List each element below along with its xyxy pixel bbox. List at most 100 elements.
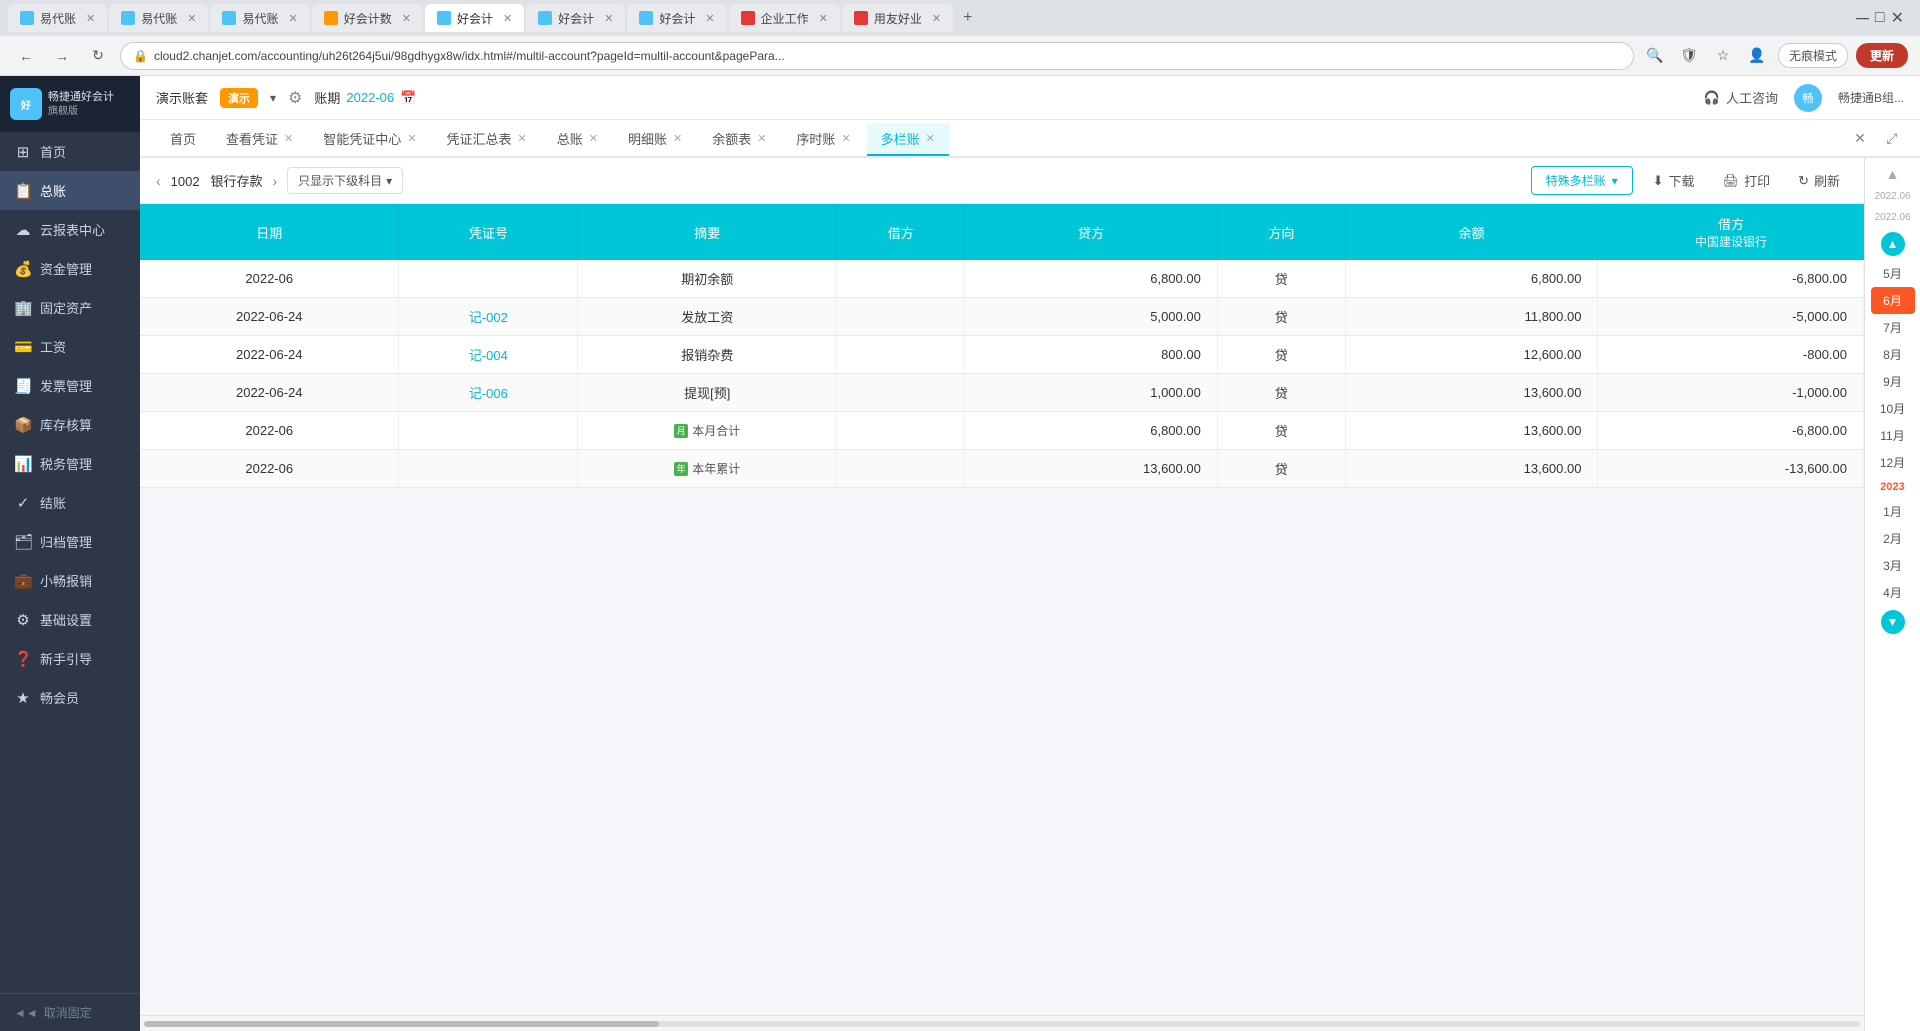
month-scroll-up-button[interactable]: ▲ bbox=[1882, 162, 1904, 186]
browser-tab-7[interactable]: 好会计 ✕ bbox=[627, 4, 726, 32]
download-button[interactable]: ⬇ 下载 bbox=[1645, 167, 1703, 194]
month-item-aug[interactable]: 8月 bbox=[1871, 341, 1915, 368]
scroll-up-indicator[interactable]: ▲ bbox=[1881, 232, 1905, 256]
tab-detail-ledger-close[interactable]: ✕ bbox=[673, 132, 682, 145]
month-item-jul[interactable]: 7月 bbox=[1871, 314, 1915, 341]
tab-smart-voucher[interactable]: 智能凭证中心 ✕ bbox=[309, 123, 430, 156]
month-item-sep[interactable]: 9月 bbox=[1871, 368, 1915, 395]
consult-button[interactable]: 🎧 人工咨询 bbox=[1704, 88, 1778, 107]
sidebar-item-archive[interactable]: 🗂 归档管理 bbox=[0, 522, 140, 561]
tab-expand-button[interactable]: ⤢ bbox=[1880, 126, 1904, 150]
cell-voucher-3[interactable]: 记-004 bbox=[399, 336, 578, 374]
month-item-feb[interactable]: 2月 bbox=[1871, 525, 1915, 552]
next-account-button[interactable]: › bbox=[272, 173, 277, 189]
browser-tab-8[interactable]: 企业工作 ✕ bbox=[729, 4, 840, 32]
sidebar-item-invoice[interactable]: 🧾 发票管理 bbox=[0, 366, 140, 405]
sidebar-footer[interactable]: ◄◄ 取消固定 bbox=[0, 993, 140, 1031]
sidebar-item-tax[interactable]: 📊 税务管理 bbox=[0, 444, 140, 483]
month-item-nov[interactable]: 11月 bbox=[1871, 422, 1915, 449]
sidebar-item-guide[interactable]: ❓ 新手引导 bbox=[0, 639, 140, 678]
tab-chronological[interactable]: 序时账 ✕ bbox=[782, 123, 864, 156]
sidebar-item-inventory[interactable]: 📦 库存核算 bbox=[0, 405, 140, 444]
horizontal-scrollbar[interactable] bbox=[140, 1015, 1864, 1031]
sidebar-item-assets[interactable]: 🏢 固定资产 bbox=[0, 288, 140, 327]
month-item-may[interactable]: 5月 bbox=[1871, 260, 1915, 287]
scroll-down-indicator[interactable]: ▼ bbox=[1881, 610, 1905, 634]
browser-tab-9[interactable]: 用友好业 ✕ bbox=[842, 4, 953, 32]
new-tab-button[interactable]: + bbox=[955, 5, 980, 31]
profile-icon[interactable]: 👤 bbox=[1744, 43, 1770, 69]
star-icon[interactable]: ☆ bbox=[1710, 43, 1736, 69]
calendar-icon[interactable]: 📅 bbox=[400, 90, 416, 106]
scrollbar-thumb[interactable] bbox=[144, 1021, 659, 1027]
prev-account-button[interactable]: ‹ bbox=[156, 173, 161, 189]
shield-icon[interactable]: 🛡 bbox=[1676, 43, 1702, 69]
browser-tab-1[interactable]: 易代账 ✕ bbox=[8, 4, 107, 32]
tab-general-ledger-close[interactable]: ✕ bbox=[589, 132, 598, 145]
browser-tab-2[interactable]: 易代账 ✕ bbox=[109, 4, 208, 32]
refresh-button[interactable]: ↻ bbox=[84, 42, 112, 70]
tab-collapse-button[interactable]: ✕ bbox=[1848, 126, 1872, 150]
cell-voucher-2[interactable]: 记-002 bbox=[399, 298, 578, 336]
consult-label: 人工咨询 bbox=[1726, 88, 1778, 107]
multi-col-button[interactable]: 特殊多栏账 ▾ bbox=[1531, 166, 1633, 195]
tab-multi-column[interactable]: 多栏账 ✕ bbox=[867, 123, 949, 156]
sidebar-item-cloud[interactable]: ☁ 云报表中心 bbox=[0, 210, 140, 249]
tab-view-voucher-close[interactable]: ✕ bbox=[284, 132, 293, 145]
refresh-button[interactable]: ↻ 刷新 bbox=[1790, 167, 1848, 194]
close-button[interactable]: ✕ bbox=[1891, 8, 1904, 28]
browser-tab-6[interactable]: 好会计 ✕ bbox=[526, 4, 625, 32]
tab-voucher-summary-close[interactable]: ✕ bbox=[518, 132, 527, 145]
filter-dropdown[interactable]: 只显示下级科目 ▾ bbox=[287, 167, 403, 194]
print-button[interactable]: 🖨 打印 bbox=[1715, 167, 1779, 194]
tab-voucher-summary[interactable]: 凭证汇总表 ✕ bbox=[432, 123, 540, 156]
tab-smart-voucher-close[interactable]: ✕ bbox=[407, 132, 416, 145]
sidebar-item-home[interactable]: ⊞ 首页 bbox=[0, 132, 140, 171]
sidebar-item-ledger[interactable]: 📋 总账 bbox=[0, 171, 140, 210]
sidebar-item-settings[interactable]: ⚙ 基础设置 bbox=[0, 600, 140, 639]
tab-close-6[interactable]: ✕ bbox=[604, 12, 613, 25]
tab-close-9[interactable]: ✕ bbox=[932, 12, 941, 25]
minimize-button[interactable]: ─ bbox=[1856, 8, 1869, 29]
tab-balance[interactable]: 余额表 ✕ bbox=[698, 123, 780, 156]
browser-tab-5[interactable]: 好会计 ✕ bbox=[425, 4, 524, 32]
wuhen-button[interactable]: 无痕模式 bbox=[1778, 43, 1848, 68]
tab-close-1[interactable]: ✕ bbox=[86, 12, 95, 25]
update-button[interactable]: 更新 bbox=[1856, 43, 1908, 68]
tab-view-voucher[interactable]: 查看凭证 ✕ bbox=[212, 123, 307, 156]
back-button[interactable]: ← bbox=[12, 42, 40, 70]
month-item-dec[interactable]: 12月 bbox=[1871, 449, 1915, 476]
tab-close-2[interactable]: ✕ bbox=[187, 12, 196, 25]
tab-chronological-close[interactable]: ✕ bbox=[841, 132, 850, 145]
month-item-oct[interactable]: 10月 bbox=[1871, 395, 1915, 422]
browser-tab-3[interactable]: 易代账 ✕ bbox=[210, 4, 309, 32]
month-item-apr[interactable]: 4月 bbox=[1871, 579, 1915, 606]
browser-tab-4[interactable]: 好会计数 ✕ bbox=[312, 4, 423, 32]
scrollbar-track[interactable] bbox=[144, 1021, 1860, 1027]
tab-close-4[interactable]: ✕ bbox=[402, 12, 411, 25]
account-dropdown[interactable]: ▾ bbox=[270, 91, 276, 105]
tab-close-5[interactable]: ✕ bbox=[503, 12, 512, 25]
tab-close-8[interactable]: ✕ bbox=[819, 12, 828, 25]
tab-home[interactable]: 首页 bbox=[156, 123, 210, 156]
month-item-mar[interactable]: 3月 bbox=[1871, 552, 1915, 579]
sidebar-item-salary[interactable]: 💳 工资 bbox=[0, 327, 140, 366]
tab-close-3[interactable]: ✕ bbox=[288, 12, 297, 25]
tab-close-7[interactable]: ✕ bbox=[705, 12, 714, 25]
settings-gear-icon[interactable]: ⚙ bbox=[288, 88, 302, 108]
month-item-jan[interactable]: 1月 bbox=[1871, 498, 1915, 525]
sidebar-item-member[interactable]: ★ 畅会员 bbox=[0, 678, 140, 717]
search-icon[interactable]: 🔍 bbox=[1642, 43, 1668, 69]
url-bar[interactable]: 🔒 cloud2.chanjet.com/accounting/uh26t264… bbox=[120, 42, 1634, 70]
sidebar-item-expense[interactable]: 💼 小畅报销 bbox=[0, 561, 140, 600]
cell-voucher-4[interactable]: 记-006 bbox=[399, 374, 578, 412]
forward-button[interactable]: → bbox=[48, 42, 76, 70]
tab-detail-ledger[interactable]: 明细账 ✕ bbox=[614, 123, 696, 156]
tab-balance-close[interactable]: ✕ bbox=[757, 132, 766, 145]
maximize-button[interactable]: □ bbox=[1875, 9, 1885, 27]
tab-multi-column-close[interactable]: ✕ bbox=[926, 132, 935, 145]
month-item-jun[interactable]: 6月 bbox=[1871, 287, 1915, 314]
sidebar-item-funds[interactable]: 💰 资金管理 bbox=[0, 249, 140, 288]
tab-general-ledger[interactable]: 总账 ✕ bbox=[543, 123, 612, 156]
sidebar-item-close[interactable]: ✓ 结账 bbox=[0, 483, 140, 522]
